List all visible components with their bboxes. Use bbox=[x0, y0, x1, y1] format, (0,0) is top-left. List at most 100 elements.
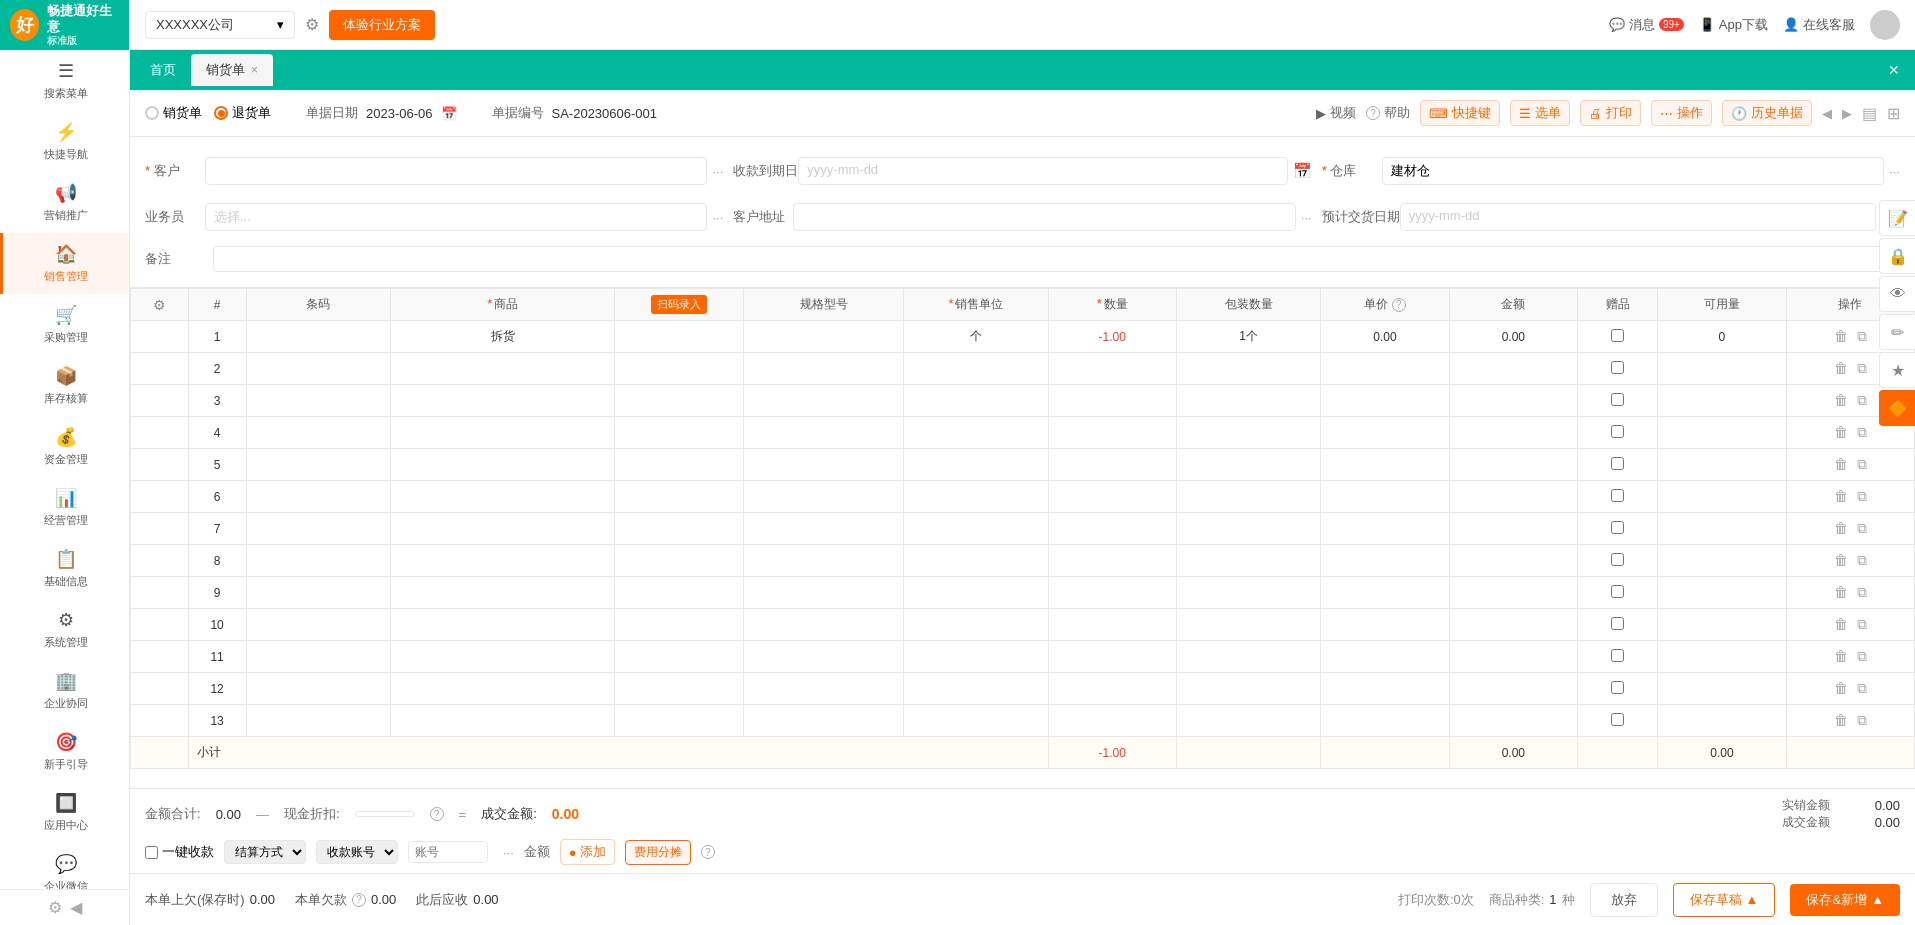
sidebar-item-basics[interactable]: 📋 基础信息 bbox=[0, 538, 129, 599]
cell-price-5[interactable] bbox=[1321, 449, 1449, 481]
online-service-btn[interactable]: 👤 在线客服 bbox=[1783, 16, 1855, 34]
gift-checkbox-5[interactable] bbox=[1611, 457, 1624, 470]
cell-pkg-qty-11[interactable] bbox=[1176, 641, 1320, 673]
sidebar-item-weixin[interactable]: 💬 企业微信 bbox=[0, 843, 129, 889]
cell-barcode-1[interactable] bbox=[246, 321, 390, 353]
cell-barcode-8[interactable] bbox=[246, 545, 390, 577]
cell-gift-11[interactable] bbox=[1578, 641, 1658, 673]
cell-amount-5[interactable] bbox=[1449, 449, 1577, 481]
cell-barcode-3[interactable] bbox=[246, 385, 390, 417]
sidebar-item-purchase[interactable]: 🛒 采购管理 bbox=[0, 294, 129, 355]
gift-checkbox-3[interactable] bbox=[1611, 393, 1624, 406]
cell-unit-5[interactable] bbox=[904, 449, 1048, 481]
cell-product-8[interactable] bbox=[390, 545, 615, 577]
cell-barcode-6[interactable] bbox=[246, 481, 390, 513]
cell-product-2[interactable] bbox=[390, 353, 615, 385]
cell-product-3[interactable] bbox=[390, 385, 615, 417]
one-click-payment-checkbox[interactable]: 一键收款 bbox=[145, 843, 214, 861]
cell-amount-2[interactable] bbox=[1449, 353, 1577, 385]
delete-icon-6[interactable]: 🗑 bbox=[1834, 488, 1848, 504]
cell-spec-1[interactable] bbox=[743, 321, 903, 353]
cell-qty-2[interactable] bbox=[1048, 353, 1176, 385]
gift-checkbox-1[interactable] bbox=[1611, 329, 1624, 342]
cell-unit-4[interactable] bbox=[904, 417, 1048, 449]
cell-gift-9[interactable] bbox=[1578, 577, 1658, 609]
view-list-icon[interactable]: ▤ bbox=[1862, 104, 1877, 123]
sidebar-settings-btn[interactable]: ⚙ bbox=[48, 898, 62, 917]
arrears-info-icon[interactable]: ? bbox=[352, 893, 366, 907]
delete-icon-5[interactable]: 🗑 bbox=[1834, 456, 1848, 472]
cell-spec-2[interactable] bbox=[743, 353, 903, 385]
cell-pkg-qty-5[interactable] bbox=[1176, 449, 1320, 481]
tab-home[interactable]: 首页 bbox=[135, 54, 191, 86]
delete-icon-8[interactable]: 🗑 bbox=[1834, 552, 1848, 568]
date-calendar-icon[interactable]: 📅 bbox=[441, 106, 457, 121]
date-value[interactable]: 2023-06-06 bbox=[366, 106, 433, 121]
cell-qty-13[interactable] bbox=[1048, 705, 1176, 737]
cell-amount-9[interactable] bbox=[1449, 577, 1577, 609]
copy-icon-6[interactable]: ⧉ bbox=[1857, 488, 1867, 504]
cell-price-7[interactable] bbox=[1321, 513, 1449, 545]
copy-icon-8[interactable]: ⧉ bbox=[1857, 552, 1867, 568]
sidebar-collapse-btn[interactable]: ◀ bbox=[70, 898, 82, 917]
float-btn-note[interactable]: 📝 bbox=[1879, 200, 1915, 236]
cell-spec-8[interactable] bbox=[743, 545, 903, 577]
cell-barcode-12[interactable] bbox=[246, 673, 390, 705]
cell-gift-10[interactable] bbox=[1578, 609, 1658, 641]
cell-gift-2[interactable] bbox=[1578, 353, 1658, 385]
cell-barcode-7[interactable] bbox=[246, 513, 390, 545]
cell-price-4[interactable] bbox=[1321, 417, 1449, 449]
cell-product-13[interactable] bbox=[390, 705, 615, 737]
cell-amount-10[interactable] bbox=[1449, 609, 1577, 641]
cell-gift-13[interactable] bbox=[1578, 705, 1658, 737]
cell-gift-4[interactable] bbox=[1578, 417, 1658, 449]
warehouse-dots-icon[interactable]: ··· bbox=[1889, 164, 1900, 179]
cell-qty-6[interactable] bbox=[1048, 481, 1176, 513]
cell-unit-6[interactable] bbox=[904, 481, 1048, 513]
radio-return[interactable]: 退货单 bbox=[214, 104, 271, 122]
close-all-tabs-btn[interactable]: ✕ bbox=[1878, 62, 1910, 78]
salesperson-input[interactable]: 选择... bbox=[205, 203, 707, 231]
cell-unit-9[interactable] bbox=[904, 577, 1048, 609]
topbar-gear-icon[interactable]: ⚙ bbox=[305, 15, 319, 34]
cell-barcode-9[interactable] bbox=[246, 577, 390, 609]
sidebar-item-enterprise[interactable]: 🏢 企业协同 bbox=[0, 660, 129, 721]
delete-icon-13[interactable]: 🗑 bbox=[1834, 712, 1848, 728]
discount-val[interactable] bbox=[355, 811, 415, 817]
float-btn-edit[interactable]: ✏ bbox=[1879, 314, 1915, 350]
action-shortcut[interactable]: ⌨ 快捷键 bbox=[1420, 100, 1500, 126]
copy-icon-9[interactable]: ⧉ bbox=[1857, 584, 1867, 600]
cell-price-3[interactable] bbox=[1321, 385, 1449, 417]
account-dots-icon[interactable]: ··· bbox=[503, 845, 514, 860]
cell-qty-5[interactable] bbox=[1048, 449, 1176, 481]
cell-product-11[interactable] bbox=[390, 641, 615, 673]
copy-icon-2[interactable]: ⧉ bbox=[1857, 360, 1867, 376]
cell-amount-12[interactable] bbox=[1449, 673, 1577, 705]
delete-icon-3[interactable]: 🗑 bbox=[1834, 392, 1848, 408]
user-avatar[interactable] bbox=[1870, 10, 1900, 40]
cell-product-5[interactable] bbox=[390, 449, 615, 481]
copy-icon-3[interactable]: ⧉ bbox=[1857, 392, 1867, 408]
cell-pkg-qty-4[interactable] bbox=[1176, 417, 1320, 449]
gift-checkbox-12[interactable] bbox=[1611, 681, 1624, 694]
delete-icon-4[interactable]: 🗑 bbox=[1834, 424, 1848, 440]
cell-price-9[interactable] bbox=[1321, 577, 1449, 609]
customer-addr-dots-icon[interactable]: ··· bbox=[1301, 210, 1312, 225]
cell-pkg-qty-3[interactable] bbox=[1176, 385, 1320, 417]
add-payment-btn[interactable]: ● 添加 bbox=[560, 839, 615, 865]
action-select[interactable]: ☰ 选单 bbox=[1510, 100, 1570, 126]
cell-spec-6[interactable] bbox=[743, 481, 903, 513]
gift-checkbox-9[interactable] bbox=[1611, 585, 1624, 598]
notes-input[interactable] bbox=[213, 246, 1900, 272]
discount-info-icon[interactable]: ? bbox=[430, 807, 444, 821]
sidebar-item-marketing[interactable]: 📢 营销推广 bbox=[0, 172, 129, 233]
cell-product-7[interactable] bbox=[390, 513, 615, 545]
sidebar-item-sales[interactable]: 🏠 销售管理 bbox=[0, 233, 129, 294]
cell-gift-7[interactable] bbox=[1578, 513, 1658, 545]
cell-spec-12[interactable] bbox=[743, 673, 903, 705]
cell-barcode-4[interactable] bbox=[246, 417, 390, 449]
sidebar-item-operations[interactable]: 📊 经营管理 bbox=[0, 477, 129, 538]
cell-pkg-qty-9[interactable] bbox=[1176, 577, 1320, 609]
cell-pkg-qty-7[interactable] bbox=[1176, 513, 1320, 545]
delete-icon-1[interactable]: 🗑 bbox=[1834, 328, 1848, 344]
